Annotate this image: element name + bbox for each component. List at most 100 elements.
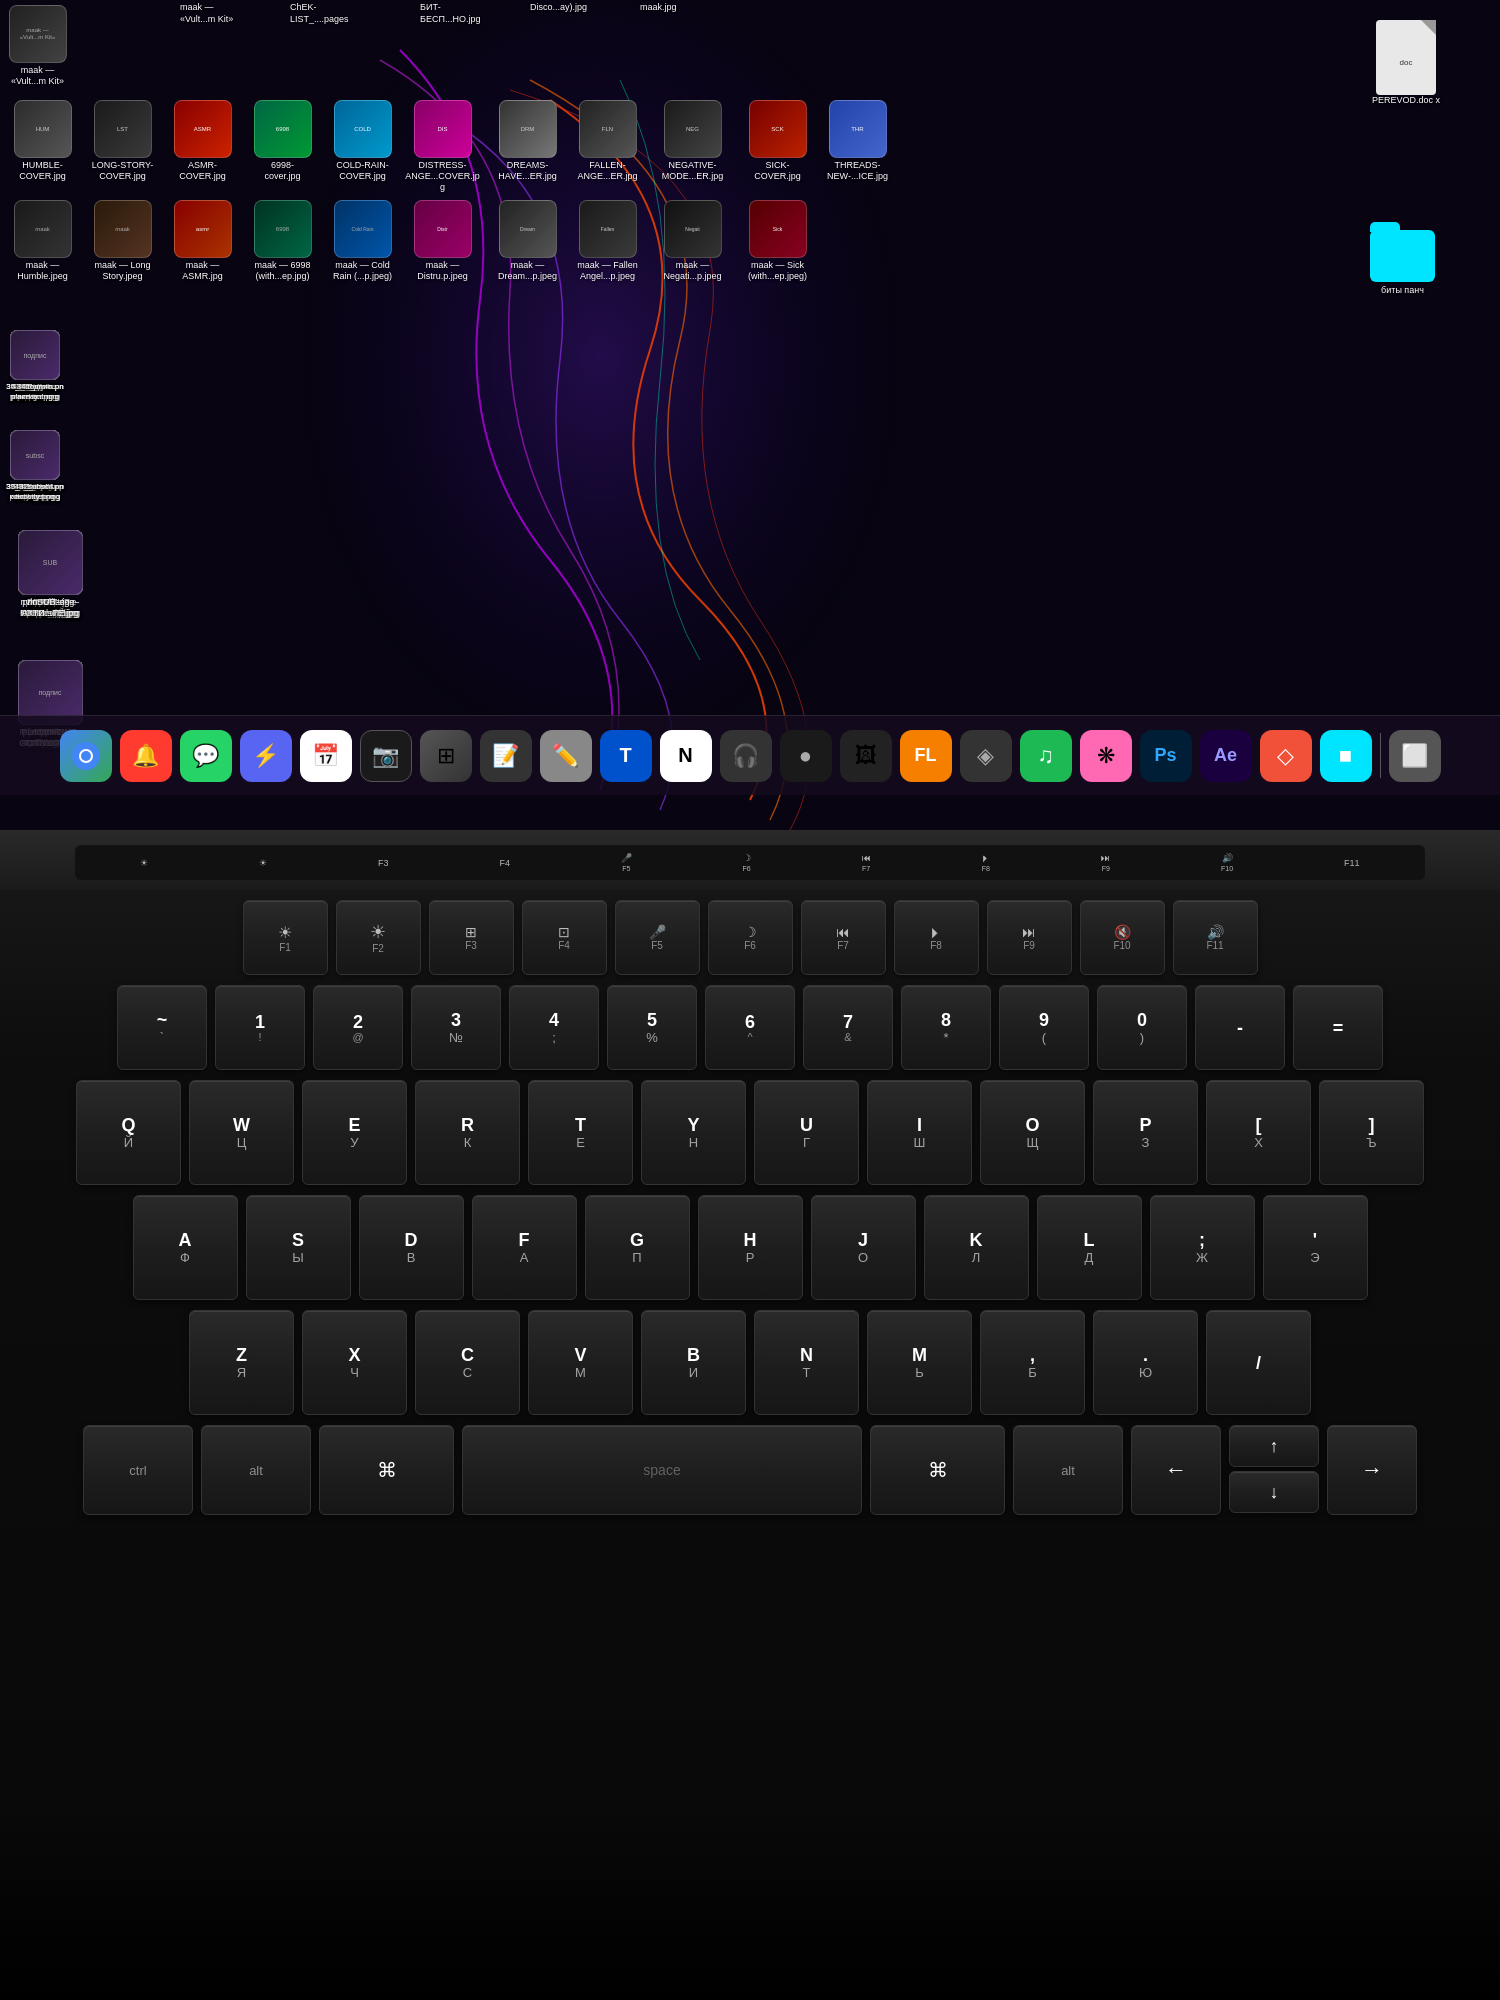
- key-l[interactable]: L Д: [1037, 1195, 1142, 1300]
- key-a[interactable]: A Ф: [133, 1195, 238, 1300]
- icon-43-subsc2[interactable]: subsc 43_subsc...: [5, 430, 65, 492]
- icon-coldrain-cover[interactable]: COLD COLD-RAIN-COVER.jpg: [325, 100, 400, 182]
- icon-maak-sick[interactable]: Sick maak — Sick(with...ep.jpeg): [740, 200, 815, 282]
- key-x[interactable]: X Ч: [302, 1310, 407, 1415]
- icon-sick-cover[interactable]: SCK SICK-COVER.jpg: [740, 100, 815, 182]
- key-f7[interactable]: ⏮ F7: [801, 900, 886, 975]
- key-f4[interactable]: ⊡ F4: [522, 900, 607, 975]
- touchbar-f3[interactable]: F3: [378, 858, 389, 868]
- icon-maak-coldrain[interactable]: Cold Rain maak — ColdRain (...p.jpeg): [325, 200, 400, 282]
- key-3[interactable]: 3 №: [411, 985, 501, 1070]
- dock-headphones[interactable]: 🎧: [720, 730, 772, 782]
- key-e[interactable]: E У: [302, 1080, 407, 1185]
- key-4[interactable]: 4 ;: [509, 985, 599, 1070]
- key-z[interactable]: Z Я: [189, 1310, 294, 1415]
- icon-threads-cover[interactable]: THR THREADS-NEW-...ICE.jpg: [820, 100, 895, 182]
- key-q[interactable]: Q Й: [76, 1080, 181, 1185]
- key-t[interactable]: T Е: [528, 1080, 633, 1185]
- key-c[interactable]: C С: [415, 1310, 520, 1415]
- touchbar-f11[interactable]: F11: [1344, 858, 1360, 868]
- key-arrow-right[interactable]: →: [1327, 1425, 1417, 1515]
- touchbar-brightness-high[interactable]: ☀: [259, 858, 267, 868]
- icon-asmr-cover[interactable]: ASMR ASMR-COVER.jpg: [165, 100, 240, 182]
- key-i[interactable]: I Ш: [867, 1080, 972, 1185]
- icon-humble-cover[interactable]: HUM HUMBLE-COVER.jpg: [5, 100, 80, 182]
- key-h[interactable]: H Р: [698, 1195, 803, 1300]
- dock-camera[interactable]: 📷: [360, 730, 412, 782]
- dock-notification[interactable]: 🔔: [120, 730, 172, 782]
- key-bracket-l[interactable]: [ Х: [1206, 1080, 1311, 1185]
- key-f6[interactable]: ☽ F6: [708, 900, 793, 975]
- desktop-icon-maak-vult[interactable]: maak —«Vult...m Kit» maak —«Vult...m Kit…: [0, 5, 75, 87]
- touchbar-vol-f10[interactable]: 🔊F10: [1221, 853, 1233, 873]
- touchbar-brightness-low[interactable]: ☀: [140, 858, 148, 868]
- key-minus[interactable]: -: [1195, 985, 1285, 1070]
- key-f11[interactable]: 🔊 F11: [1173, 900, 1258, 975]
- dock-turquoise[interactable]: ■: [1320, 730, 1372, 782]
- key-bracket-r[interactable]: ] Ъ: [1319, 1080, 1424, 1185]
- key-5[interactable]: 5 %: [607, 985, 697, 1070]
- dock-fl-studio[interactable]: FL: [900, 730, 952, 782]
- key-8[interactable]: 8 *: [901, 985, 991, 1070]
- key-7[interactable]: 7 &: [803, 985, 893, 1070]
- dock-icon2[interactable]: ❋: [1080, 730, 1132, 782]
- key-w[interactable]: W Ц: [189, 1080, 294, 1185]
- key-f8[interactable]: ⏵ F8: [894, 900, 979, 975]
- key-space[interactable]: space: [462, 1425, 862, 1515]
- icon-maak-neg[interactable]: Negati maak —Negati...p.jpeg: [655, 200, 730, 282]
- key-m[interactable]: M Ь: [867, 1310, 972, 1415]
- touchbar-f4[interactable]: F4: [499, 858, 510, 868]
- key-9[interactable]: 9 (: [999, 985, 1089, 1070]
- dock-pencil[interactable]: ✏️: [540, 730, 592, 782]
- dock-photos[interactable]: 🖼: [840, 730, 892, 782]
- key-f9[interactable]: ⏭ F9: [987, 900, 1072, 975]
- key-g[interactable]: G П: [585, 1195, 690, 1300]
- dock-discord[interactable]: ⚡: [240, 730, 292, 782]
- key-v[interactable]: V М: [528, 1310, 633, 1415]
- key-f[interactable]: F А: [472, 1195, 577, 1300]
- key-1[interactable]: 1 !: [215, 985, 305, 1070]
- key-cmd-left[interactable]: ⌘: [319, 1425, 454, 1515]
- dock-spotify[interactable]: ♫: [1020, 730, 1072, 782]
- icon-fallen-cover[interactable]: FLN FALLEN-ANGE...ER.jpg: [570, 100, 645, 182]
- icon-maak-humble[interactable]: maak maak —Humble.jpeg: [5, 200, 80, 282]
- touchbar-next-f9[interactable]: ⏭F9: [1101, 853, 1110, 873]
- dock-calendar[interactable]: 📅: [300, 730, 352, 782]
- key-6[interactable]: 6 ^: [705, 985, 795, 1070]
- icon-43-subscr[interactable]: подпис 43_подпис...: [5, 330, 65, 392]
- key-f2[interactable]: ☀ F2: [336, 900, 421, 975]
- icon-negative-cover[interactable]: NEG NEGATIVE-MODE...ER.jpg: [655, 100, 730, 182]
- icon-maak-fallen[interactable]: Fallen maak — FallenAngel...p.jpeg: [570, 200, 645, 282]
- key-0[interactable]: 0 ): [1097, 985, 1187, 1070]
- key-d[interactable]: D В: [359, 1195, 464, 1300]
- icon-distress-cover[interactable]: DIS DISTRESS-ANGE...COVER.jpg: [405, 100, 480, 192]
- cyan-folder-container[interactable]: биты панч: [1370, 230, 1435, 295]
- key-arrow-up[interactable]: ↑: [1229, 1425, 1319, 1467]
- icon-maak-longstory[interactable]: maak maak — LongStory.jpeg: [85, 200, 160, 282]
- icon-sub-3[interactable]: SUB SUB...: [5, 530, 95, 608]
- dock-launchpad[interactable]: ⊞: [420, 730, 472, 782]
- key-u[interactable]: U Г: [754, 1080, 859, 1185]
- dock-icon1[interactable]: ◈: [960, 730, 1012, 782]
- key-equals[interactable]: =: [1293, 985, 1383, 1070]
- key-r[interactable]: R К: [415, 1080, 520, 1185]
- icon-maak-asmr[interactable]: asmr maak —ASMR.jpg: [165, 200, 240, 282]
- dock-chrome[interactable]: [60, 730, 112, 782]
- icon-longstory-cover[interactable]: LST LONG-STORY-COVER.jpg: [85, 100, 160, 182]
- dock-whatsapp[interactable]: 💬: [180, 730, 232, 782]
- dock-app1[interactable]: ●: [780, 730, 832, 782]
- dock-swift[interactable]: ◇: [1260, 730, 1312, 782]
- key-arrow-left[interactable]: ←: [1131, 1425, 1221, 1515]
- key-f3[interactable]: ⊞ F3: [429, 900, 514, 975]
- perevod-doc[interactable]: doc PEREVOD.doc x: [1372, 20, 1440, 105]
- key-alt-left[interactable]: alt: [201, 1425, 311, 1515]
- key-cmd-right[interactable]: ⌘: [870, 1425, 1005, 1515]
- touchbar-moon-f6[interactable]: ☽F6: [743, 853, 751, 873]
- key-tilde[interactable]: ~ `: [117, 985, 207, 1070]
- key-arrow-down[interactable]: ↓: [1229, 1471, 1319, 1513]
- key-o[interactable]: O Щ: [980, 1080, 1085, 1185]
- icon-maak-distr[interactable]: Distr maak —Distru.p.jpeg: [405, 200, 480, 282]
- key-f10[interactable]: 🔇 F10: [1080, 900, 1165, 975]
- key-f1[interactable]: ☀ F1: [243, 900, 328, 975]
- key-quote[interactable]: ' Э: [1263, 1195, 1368, 1300]
